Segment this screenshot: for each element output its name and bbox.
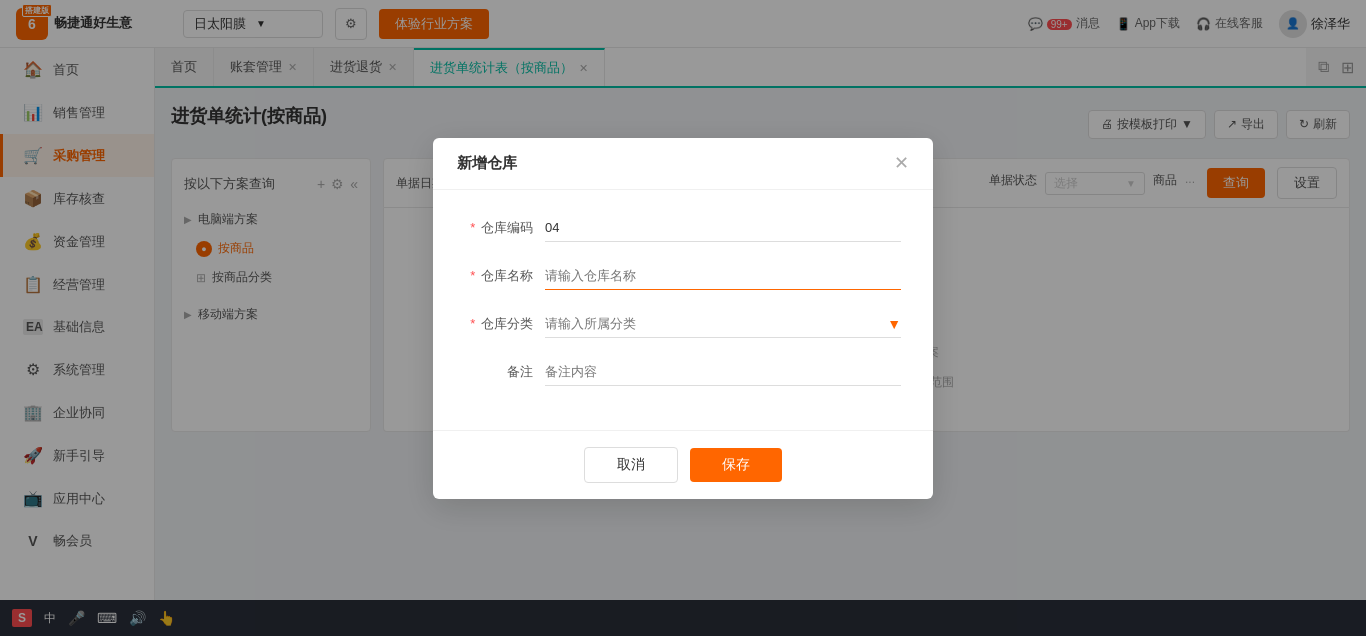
modal-title: 新增仓库 [457,154,517,173]
save-button[interactable]: 保存 [690,448,782,482]
modal-overlay: 新增仓库 ✕ * 仓库编码 * 仓库名称 [0,0,1366,636]
form-row-category: * 仓库分类 ▼ [465,310,901,338]
form-label-remark: 备注 [465,363,545,381]
category-input[interactable] [545,310,901,338]
cancel-button[interactable]: 取消 [584,447,678,483]
form-row-code: * 仓库编码 [465,214,901,242]
category-select-wrapper: ▼ [545,310,901,338]
modal-header: 新增仓库 ✕ [433,138,933,190]
form-row-name: * 仓库名称 [465,262,901,290]
form-label-code: * 仓库编码 [465,219,545,237]
modal-footer: 取消 保存 [433,430,933,499]
modal-close-button[interactable]: ✕ [894,154,909,172]
modal-body: * 仓库编码 * 仓库名称 * 仓库分类 [433,190,933,430]
name-input[interactable] [545,262,901,290]
form-label-name: * 仓库名称 [465,267,545,285]
category-dropdown-icon[interactable]: ▼ [887,316,901,332]
form-label-category: * 仓库分类 [465,315,545,333]
code-input[interactable] [545,214,901,242]
add-warehouse-modal: 新增仓库 ✕ * 仓库编码 * 仓库名称 [433,138,933,499]
remark-input[interactable] [545,358,901,386]
form-row-remark: 备注 [465,358,901,386]
